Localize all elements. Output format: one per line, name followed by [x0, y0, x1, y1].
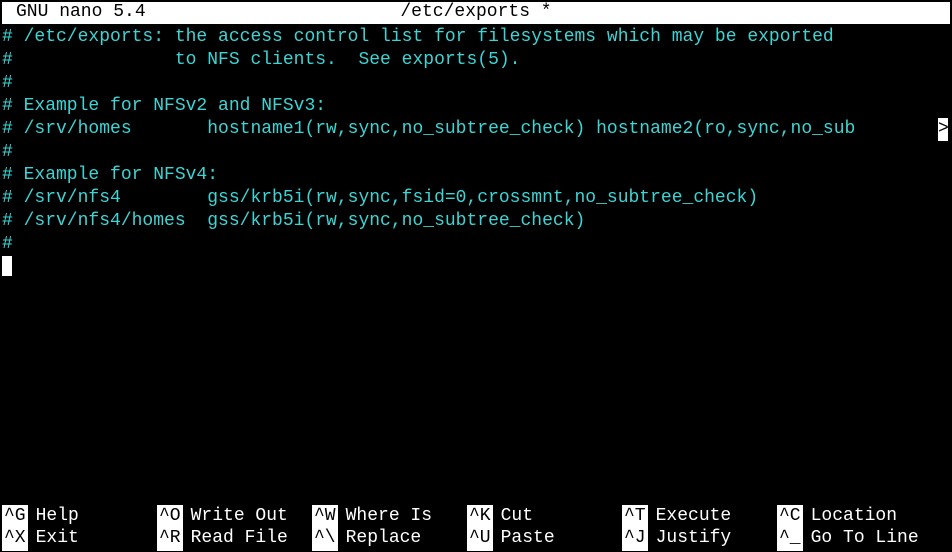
help-label: Justify — [648, 527, 732, 550]
editor-line[interactable]: # /srv/nfs4 gss/krb5i(rw,sync,fsid=0,cro… — [2, 187, 950, 210]
help-label: Write Out — [183, 505, 288, 528]
help-key: ^X — [2, 527, 28, 550]
cursor-line[interactable] — [2, 256, 950, 279]
editor-line[interactable]: # — [2, 72, 950, 95]
help-item-replace[interactable]: ^\ Replace — [312, 528, 467, 550]
help-row-1: ^G Help ^O Write Out ^W Where Is ^K Cut … — [2, 506, 950, 528]
editor-line[interactable]: # /srv/nfs4/homes gss/krb5i(rw,sync,no_s… — [2, 210, 950, 233]
help-key: ^O — [157, 505, 183, 528]
help-key: ^C — [777, 505, 803, 528]
editor-content[interactable]: # /etc/exports: the access control list … — [2, 24, 950, 281]
editor-line[interactable]: # — [2, 233, 950, 256]
file-name: /etc/exports * — [400, 1, 551, 24]
editor-line[interactable]: # Example for NFSv4: — [2, 164, 950, 187]
help-key: ^W — [312, 505, 338, 528]
help-label: Where Is — [338, 505, 432, 528]
help-item-exit[interactable]: ^X Exit — [2, 528, 157, 550]
help-label: Paste — [493, 527, 555, 550]
editor-line[interactable]: # — [2, 141, 950, 164]
help-item-justify[interactable]: ^J Justify — [622, 528, 777, 550]
help-key: ^K — [467, 505, 493, 528]
help-key: ^U — [467, 527, 493, 550]
editor-line[interactable]: # /etc/exports: the access control list … — [2, 26, 950, 49]
help-label: Help — [28, 505, 79, 528]
app-name: GNU nano 5.4 — [6, 1, 146, 24]
help-item-gotoline[interactable]: ^_ Go To Line — [777, 528, 932, 550]
help-key: ^_ — [777, 527, 803, 550]
help-label: Read File — [183, 527, 288, 550]
help-key: ^G — [2, 505, 28, 528]
editor-line[interactable]: # Example for NFSv2 and NFSv3: — [2, 95, 950, 118]
terminal-window: GNU nano 5.4 /etc/exports * # /etc/expor… — [0, 0, 952, 552]
help-key: ^J — [622, 527, 648, 550]
help-row-2: ^X Exit ^R Read File ^\ Replace ^U Paste… — [2, 528, 950, 550]
help-bar: ^G Help ^O Write Out ^W Where Is ^K Cut … — [2, 506, 950, 550]
help-key: ^\ — [312, 527, 338, 550]
title-bar: GNU nano 5.4 /etc/exports * — [2, 2, 950, 24]
help-label: Exit — [28, 527, 79, 550]
help-label: Replace — [338, 527, 422, 550]
help-item-writeout[interactable]: ^O Write Out — [157, 506, 312, 528]
help-item-readfile[interactable]: ^R Read File — [157, 528, 312, 550]
editor-line[interactable]: # to NFS clients. See exports(5). — [2, 49, 950, 72]
help-item-help[interactable]: ^G Help — [2, 506, 157, 528]
cursor — [2, 256, 12, 276]
help-item-execute[interactable]: ^T Execute — [622, 506, 777, 528]
help-item-location[interactable]: ^C Location — [777, 506, 932, 528]
help-label: Execute — [648, 505, 732, 528]
help-key: ^R — [157, 527, 183, 550]
overflow-indicator: > — [938, 118, 948, 141]
help-label: Cut — [493, 505, 533, 528]
help-key: ^T — [622, 505, 648, 528]
help-label: Location — [803, 505, 897, 528]
help-label: Go To Line — [803, 527, 919, 550]
help-item-whereis[interactable]: ^W Where Is — [312, 506, 467, 528]
help-item-cut[interactable]: ^K Cut — [467, 506, 622, 528]
help-item-paste[interactable]: ^U Paste — [467, 528, 622, 550]
editor-line[interactable]: # /srv/homes hostname1(rw,sync,no_subtre… — [2, 118, 950, 141]
